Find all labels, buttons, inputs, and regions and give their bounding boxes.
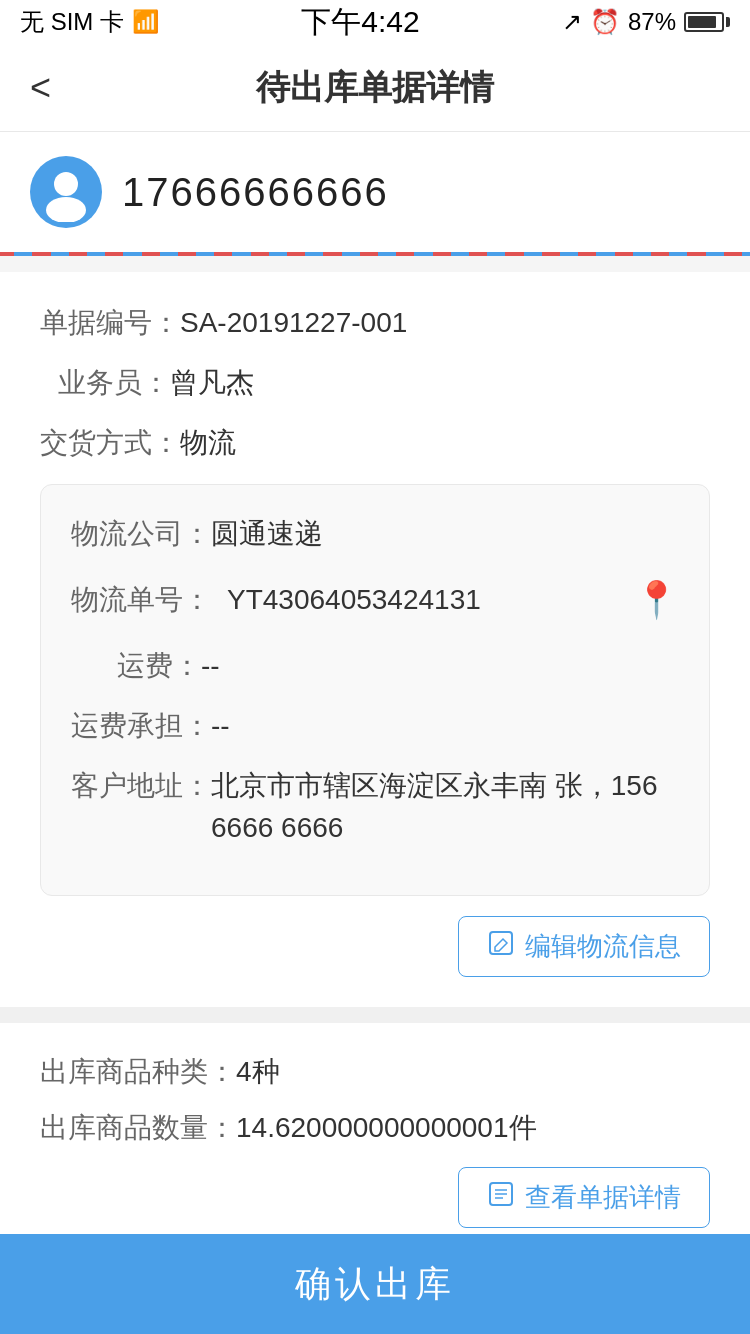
- freight-bearer-row: 运费承担： --: [71, 705, 679, 747]
- svg-rect-2: [490, 932, 512, 954]
- back-button[interactable]: <: [30, 67, 51, 109]
- document-number-value: SA-20191227-001: [180, 302, 710, 344]
- logistics-company-value: 圆通速递: [211, 513, 679, 555]
- logistics-tracking-label: 物流单号：: [71, 579, 211, 621]
- edit-logistics-btn-container: 编辑物流信息: [40, 916, 710, 977]
- salesperson-row: 业务员： 曾凡杰: [40, 362, 710, 404]
- status-bar: 无 SIM 卡 📶 下午4:42 ↗ ⏰ 87%: [0, 0, 750, 44]
- location-icon[interactable]: 📍: [634, 573, 679, 627]
- view-detail-button[interactable]: 查看单据详情: [458, 1167, 710, 1228]
- delivery-label: 交货方式：: [40, 422, 180, 464]
- alarm-icon: ⏰: [590, 8, 620, 36]
- view-detail-btn-container: 查看单据详情: [40, 1167, 710, 1228]
- wifi-icon: 📶: [132, 9, 159, 35]
- confirm-outbound-label: 确认出库: [295, 1260, 455, 1309]
- svg-point-1: [46, 197, 86, 222]
- document-number-row: 单据编号： SA-20191227-001: [40, 302, 710, 344]
- document-number-label: 单据编号：: [40, 302, 180, 344]
- delivery-row: 交货方式： 物流: [40, 422, 710, 464]
- product-types-value: 4种: [236, 1053, 710, 1091]
- salesperson-label: 业务员：: [40, 362, 170, 404]
- status-left: 无 SIM 卡 📶: [20, 6, 159, 38]
- document-info-section: 单据编号： SA-20191227-001 业务员： 曾凡杰 交货方式： 物流 …: [0, 272, 750, 1007]
- edit-icon: [487, 929, 515, 964]
- section-divider: [0, 1007, 750, 1023]
- product-quantity-value: 14.620000000000001件: [236, 1109, 710, 1147]
- address-row: 客户地址： 北京市市辖区海淀区永丰南 张，156 6666 6666: [71, 765, 679, 849]
- logistics-company-row: 物流公司： 圆通速递: [71, 513, 679, 555]
- status-time: 下午4:42: [301, 2, 419, 43]
- confirm-outbound-button[interactable]: 确认出库: [0, 1234, 750, 1334]
- freight-bearer-label: 运费承担：: [71, 705, 211, 747]
- logistics-company-label: 物流公司：: [71, 513, 211, 555]
- document-detail-icon: [487, 1180, 515, 1215]
- address-value: 北京市市辖区海淀区永丰南 张，156 6666 6666: [211, 765, 679, 849]
- contact-header: 17666666666: [0, 132, 750, 256]
- battery-percent: 87%: [628, 8, 676, 36]
- contact-phone: 17666666666: [122, 170, 389, 215]
- edit-logistics-label: 编辑物流信息: [525, 929, 681, 964]
- product-quantity-label: 出库商品数量：: [40, 1109, 236, 1147]
- summary-section: 出库商品种类： 4种 出库商品数量： 14.620000000000001件 查…: [0, 1023, 750, 1258]
- product-quantity-row: 出库商品数量： 14.620000000000001件: [40, 1109, 710, 1147]
- salesperson-value: 曾凡杰: [170, 362, 710, 404]
- edit-logistics-button[interactable]: 编辑物流信息: [458, 916, 710, 977]
- carrier-label: 无 SIM 卡: [20, 6, 124, 38]
- freight-label: 运费：: [71, 645, 201, 687]
- freight-row: 运费： --: [71, 645, 679, 687]
- status-right: ↗ ⏰ 87%: [562, 8, 730, 36]
- logistics-card: 物流公司： 圆通速递 物流单号： YT43064053424131 📍 运费： …: [40, 484, 710, 896]
- freight-bearer-value: --: [211, 705, 679, 747]
- delivery-value: 物流: [180, 422, 710, 464]
- product-types-label: 出库商品种类：: [40, 1053, 236, 1091]
- product-types-row: 出库商品种类： 4种: [40, 1053, 710, 1091]
- location-status-icon: ↗: [562, 8, 582, 36]
- logistics-tracking-value: YT43064053424131: [227, 579, 618, 621]
- page-title: 待出库单据详情: [256, 65, 494, 111]
- freight-value: --: [201, 645, 679, 687]
- battery-icon: [684, 12, 730, 32]
- svg-point-0: [54, 172, 78, 196]
- avatar: [30, 156, 102, 228]
- address-label: 客户地址：: [71, 765, 211, 807]
- logistics-tracking-row: 物流单号： YT43064053424131 📍: [71, 573, 679, 627]
- nav-bar: < 待出库单据详情: [0, 44, 750, 132]
- view-detail-label: 查看单据详情: [525, 1180, 681, 1215]
